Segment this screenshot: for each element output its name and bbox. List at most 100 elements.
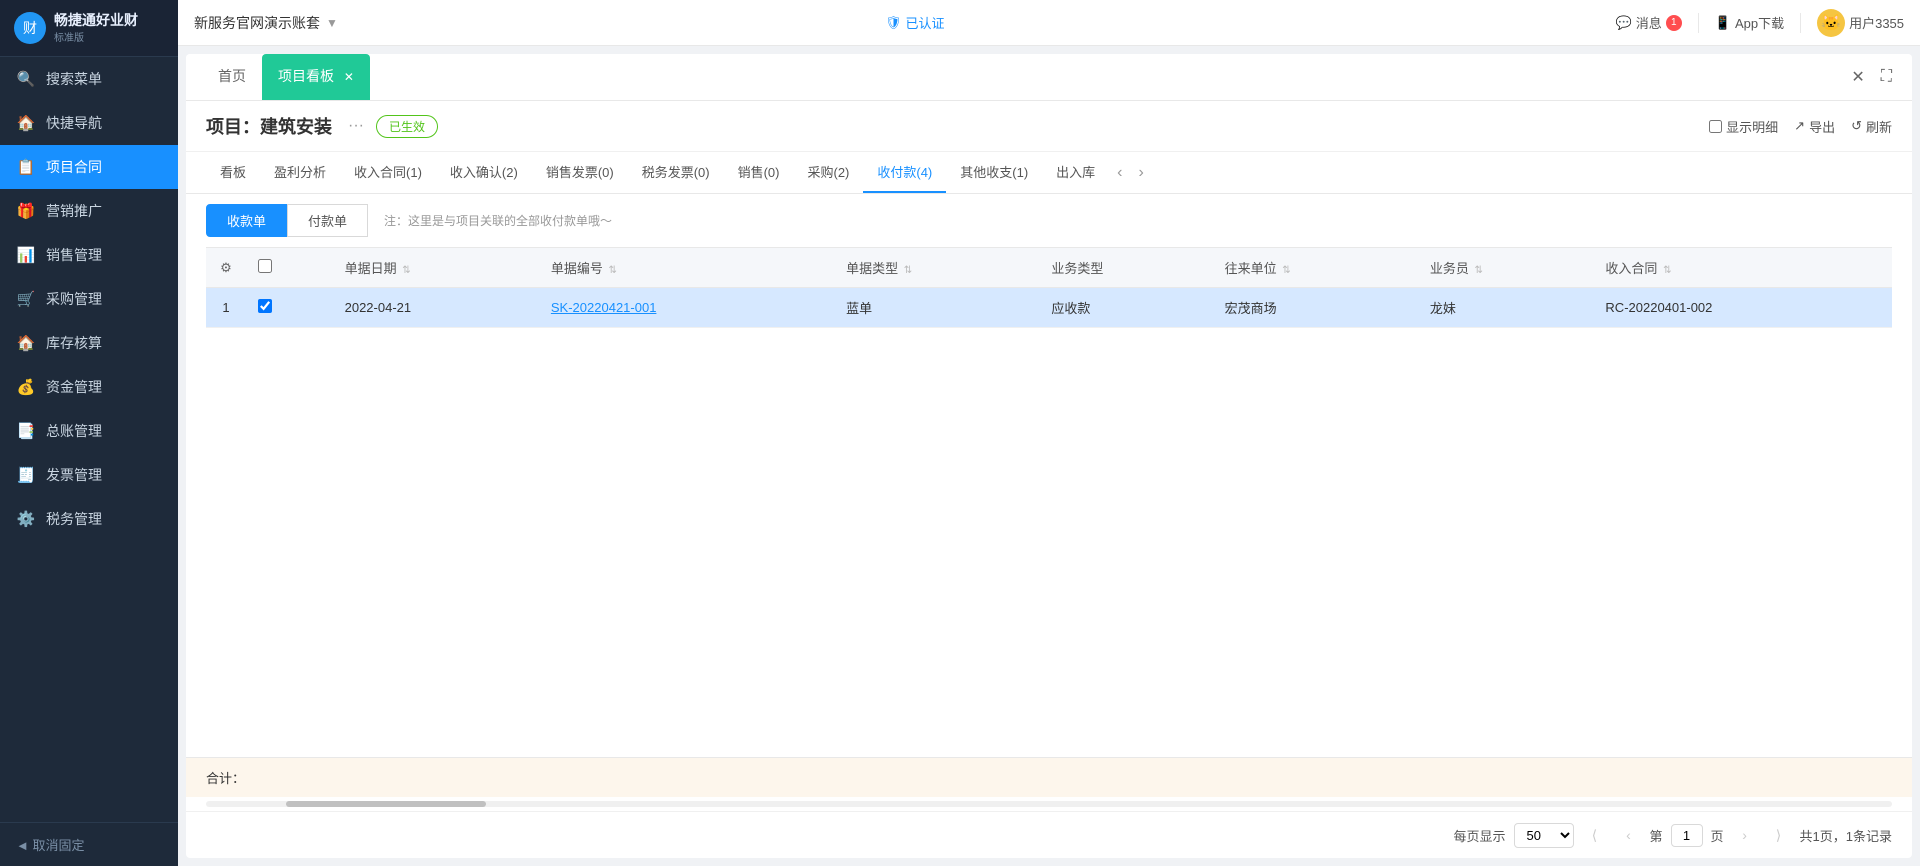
sidebar-footer-label: ◄ 取消固定 [16,835,84,854]
col-partner[interactable]: 往来单位 ⇅ [1213,248,1418,288]
sidebar-item-sales[interactable]: 📊 销售管理 [0,233,178,277]
sidebar-item-marketing[interactable]: 🎁 营销推广 [0,189,178,233]
receipt-tab-payment[interactable]: 付款单 [287,204,368,237]
refresh-label: 刷新 [1866,117,1892,136]
topbar-divider-2 [1800,13,1801,33]
sub-tab-income-contract[interactable]: 收入合同(1) [340,152,436,193]
col-salesperson-label: 业务员 [1430,261,1469,276]
content-area: 首页 项目看板 ✕ ✕ ⛶ 项目：建筑安装 ··· 已生效 显示明细 [186,54,1912,858]
sub-tab-board[interactable]: 看板 [206,152,260,193]
sub-tab-receipt-payment-label: 收付款(4) [877,165,932,180]
sub-tab-tax-invoice[interactable]: 税务发票(0) [628,152,724,193]
sub-tab-income-contract-label: 收入合同(1) [354,165,422,180]
app-download-label: App下载 [1735,13,1784,32]
user-button[interactable]: 🐱 用户3355 [1817,9,1904,37]
logo-text: 畅捷通好业财 [54,12,138,29]
tab-close-icon[interactable]: ✕ [344,70,354,84]
tab-home-label: 首页 [218,68,246,84]
sub-tabs-prev-arrow[interactable]: ‹ [1109,158,1130,188]
col-date[interactable]: 单据日期 ⇅ [333,248,539,288]
phone-icon: 📱 [1715,15,1731,31]
main-area: 新服务官网演示账套 ▼ 🛡 已认证 💬 消息 1 📱 App下载 🐱 用户335… [178,0,1920,866]
tab-bar: 首页 项目看板 ✕ ✕ ⛶ [186,54,1912,101]
sidebar-item-finance[interactable]: 💰 资金管理 [0,365,178,409]
total-label: 合计： [206,771,245,786]
sidebar-item-quick-nav[interactable]: 🏠 快捷导航 [0,101,178,145]
row-number-link[interactable]: SK-20220421-001 [551,300,657,315]
page-input[interactable] [1671,824,1703,847]
topbar-divider-1 [1698,13,1699,33]
export-button[interactable]: ↗ 导出 [1794,117,1835,136]
table-wrapper: ⚙ 单据日期 ⇅ 单据编号 ⇅ [186,247,1912,757]
app-download-button[interactable]: 📱 App下载 [1715,13,1784,32]
col-number[interactable]: 单据编号 ⇅ [539,248,834,288]
show-detail-checkbox[interactable] [1709,120,1722,133]
sidebar-item-inventory-label: 库存核算 [46,333,102,353]
receipt-tabs: 收款单 付款单 注：这里是与项目关联的全部收付款单哦～ [186,194,1912,247]
sub-tab-io[interactable]: 出入库 [1042,152,1109,193]
tab-close-button[interactable]: ✕ [1847,63,1868,91]
sub-tab-sales[interactable]: 销售(0) [724,152,794,193]
scroll-bar-track[interactable] [206,801,1892,807]
col-number-label: 单据编号 [551,261,603,276]
sidebar-unpin-button[interactable]: ◄ 取消固定 [0,822,178,866]
topbar-project: 新服务官网演示账套 ▼ [194,13,865,33]
receipt-tab-receipt[interactable]: 收款单 [206,204,287,237]
sub-tabs-next-arrow[interactable]: › [1131,158,1152,188]
scroll-bar-thumb[interactable] [286,801,486,807]
sub-tab-profit[interactable]: 盈利分析 [260,152,340,193]
page-prev-button[interactable]: ‹ [1616,822,1642,848]
tab-home[interactable]: 首页 [202,54,262,100]
tab-expand-button[interactable]: ⛶ [1877,64,1896,90]
certified-label: 已认证 [906,13,945,32]
logo-text-block: 畅捷通好业财 标准版 [54,12,138,44]
col-type-sort-icon: ⇅ [904,265,912,276]
page-first-button[interactable]: ⟨ [1582,822,1608,848]
sub-tab-receipt-payment[interactable]: 收付款(4) [863,152,946,193]
sidebar-item-ledger[interactable]: 📑 总账管理 [0,409,178,453]
refresh-button[interactable]: ↺ 刷新 [1851,117,1892,136]
col-settings[interactable]: ⚙ [206,248,246,288]
home-icon: 🏠 [16,113,36,133]
settings-icon[interactable]: ⚙ [220,260,232,275]
page-size-select[interactable]: 50 100 200 [1514,823,1574,848]
col-salesperson[interactable]: 业务员 ⇅ [1418,248,1594,288]
row-checkbox[interactable] [258,299,272,313]
tab-project-board[interactable]: 项目看板 ✕ [262,54,370,100]
ledger-icon: 📑 [16,421,36,441]
table-row[interactable]: 1 2022-04-21 SK-20220421-001 蓝单 应收款 宏茂商场… [206,288,1892,328]
page-last-button[interactable]: ⟩ [1766,822,1792,848]
page-size-label: 每页显示 [1453,826,1505,845]
sidebar-item-quick-nav-label: 快捷导航 [46,113,102,133]
row-income-contract: RC-20220401-002 [1593,288,1892,328]
total-row: 合计： [186,757,1912,797]
col-type[interactable]: 单据类型 ⇅ [834,248,1039,288]
purchase-icon: 🛒 [16,289,36,309]
sidebar-item-invoice[interactable]: 🧾 发票管理 [0,453,178,497]
sidebar-item-purchase[interactable]: 🛒 采购管理 [0,277,178,321]
message-badge: 1 [1666,15,1682,31]
col-income-contract[interactable]: 收入合同 ⇅ [1593,248,1892,288]
sidebar-item-project-contract[interactable]: 📋 项目合同 [0,145,178,189]
sub-tab-income-confirm[interactable]: 收入确认(2) [436,152,532,193]
status-badge: 已生效 [376,115,438,138]
sub-tab-purchase[interactable]: 采购(2) [793,152,863,193]
sidebar-item-search[interactable]: 🔍 搜索菜单 [0,57,178,101]
sub-tab-sales-invoice[interactable]: 销售发票(0) [532,152,628,193]
message-icon: 💬 [1616,15,1632,31]
logo-icon: 财 [14,12,46,44]
select-all-checkbox[interactable] [258,259,272,273]
page-next-button[interactable]: › [1732,822,1758,848]
sidebar-item-inventory[interactable]: 🏠 库存核算 [0,321,178,365]
show-detail-checkbox-label[interactable]: 显示明细 [1709,117,1778,136]
invoice-icon: 🧾 [16,465,36,485]
page-label: 第 [1650,826,1663,845]
sub-tab-income-confirm-label: 收入确认(2) [450,165,518,180]
project-more-button[interactable]: ··· [348,117,364,135]
message-button[interactable]: 💬 消息 1 [1616,13,1682,32]
project-header-actions: 显示明细 ↗ 导出 ↺ 刷新 [1709,117,1892,136]
sub-tab-other-income[interactable]: 其他收支(1) [946,152,1042,193]
dropdown-icon[interactable]: ▼ [326,16,338,30]
sidebar-item-tax[interactable]: ⚙️ 税务管理 [0,497,178,541]
sub-tab-board-label: 看板 [220,165,246,180]
